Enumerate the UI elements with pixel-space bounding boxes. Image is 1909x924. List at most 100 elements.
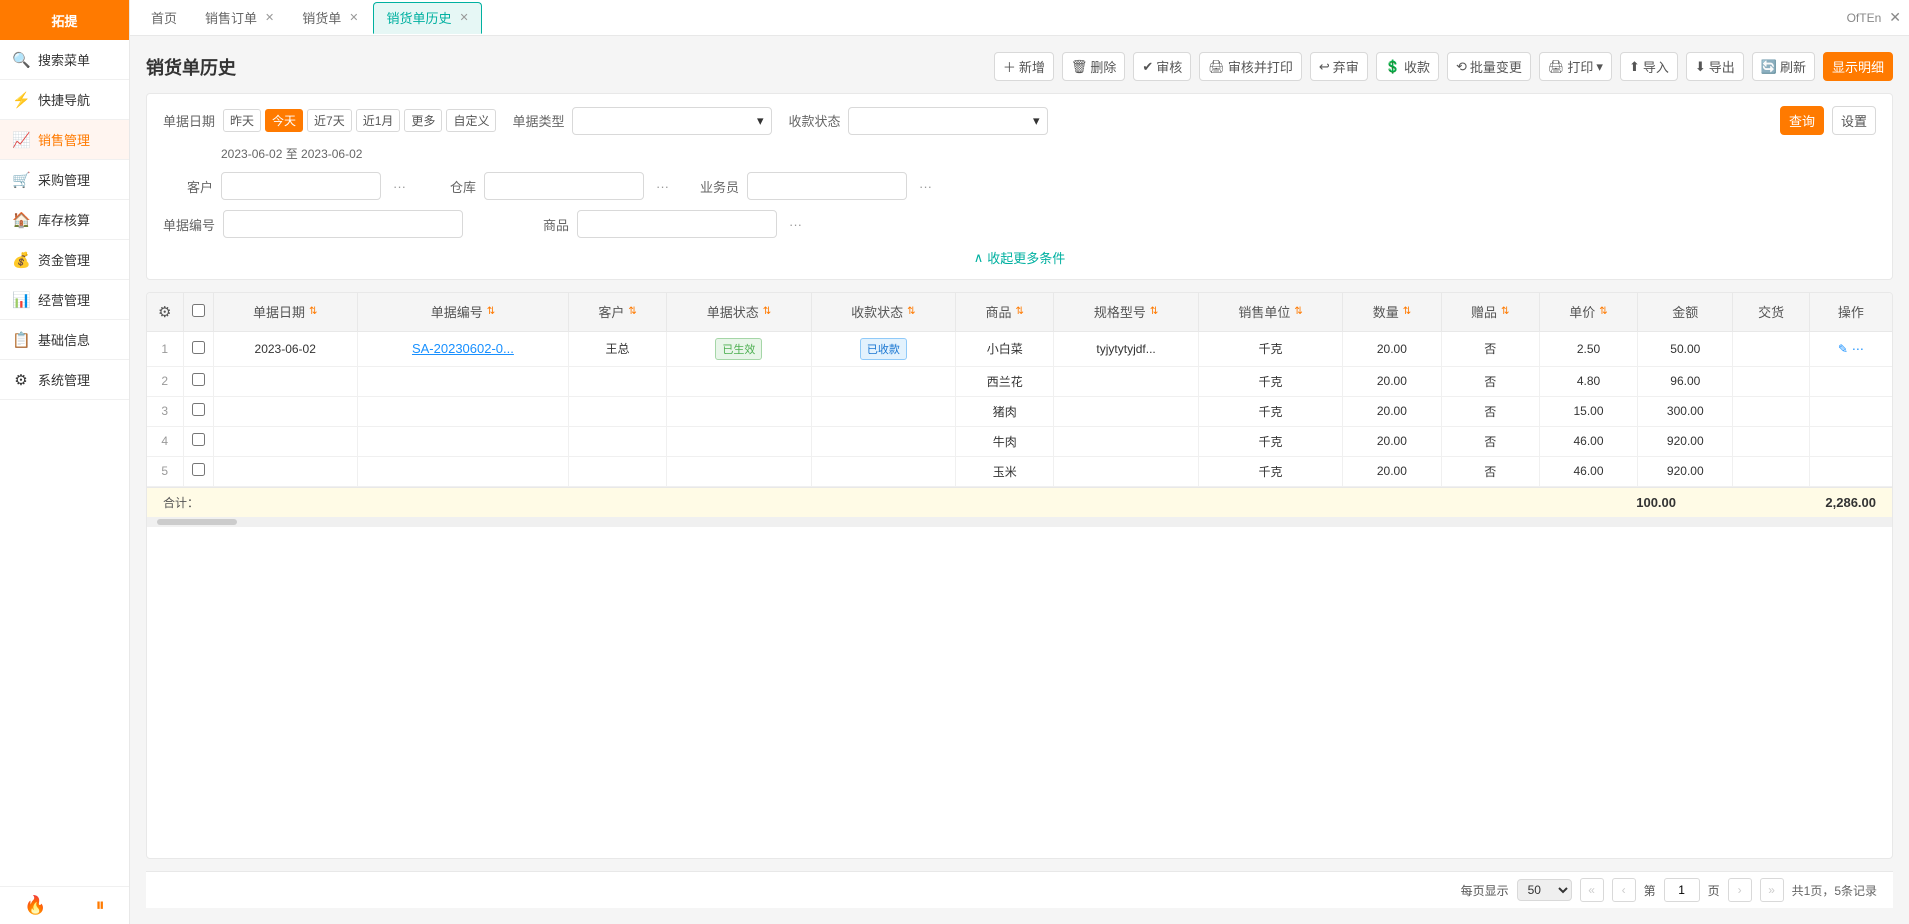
- row-edit-btn[interactable]: ✎: [1838, 342, 1848, 356]
- th-payment-status[interactable]: 收款状态 ⇅: [811, 293, 955, 331]
- sidebar-item-purchase-mgmt[interactable]: 🛒 采购管理: [0, 160, 129, 200]
- th-settings[interactable]: ⚙: [147, 293, 183, 331]
- date-btn-today[interactable]: 今天: [265, 109, 303, 132]
- abandon-button[interactable]: ↩ 弃审: [1310, 52, 1368, 81]
- customer-ellipsis[interactable]: ···: [389, 179, 410, 194]
- row-more-btn[interactable]: ⋯: [1852, 342, 1864, 356]
- warehouse-input[interactable]: [484, 172, 644, 200]
- doc-type-select[interactable]: ▾: [572, 107, 772, 135]
- sidebar-item-finance-mgmt[interactable]: 💰 资金管理: [0, 240, 129, 280]
- settings-button[interactable]: 设置: [1832, 106, 1876, 135]
- th-quantity[interactable]: 数量 ⇅: [1343, 293, 1441, 331]
- sidebar-item-basic-info[interactable]: 📋 基础信息: [0, 320, 129, 360]
- customer-input[interactable]: [221, 172, 381, 200]
- filter-row-1: 单据日期 昨天 今天 近7天 近1月 更多 自定义 单据类型 ▾: [163, 106, 1876, 135]
- salesperson-input[interactable]: [747, 172, 907, 200]
- th-customer[interactable]: 客户 ⇅: [568, 293, 666, 331]
- pager-last-btn[interactable]: »: [1760, 878, 1784, 902]
- date-btn-custom[interactable]: 自定义: [446, 109, 496, 132]
- sidebar-item-inventory-calc[interactable]: 🏠 库存核算: [0, 200, 129, 240]
- receive-button[interactable]: 💲 收款: [1376, 52, 1439, 81]
- tab-close-sales-goods[interactable]: ✕: [349, 11, 358, 24]
- sidebar-item-sales-mgmt[interactable]: 📈 销售管理: [0, 120, 129, 160]
- column-settings-icon[interactable]: ⚙: [158, 304, 171, 321]
- filter-customer: 客户 ···: [163, 172, 410, 200]
- filter-salesperson: 业务员 ···: [689, 172, 936, 200]
- tab-sales-goods[interactable]: 销货单 ✕: [289, 2, 371, 34]
- sidebar-item-sys-mgmt[interactable]: ⚙ 系统管理: [0, 360, 129, 400]
- row-checkbox-0[interactable]: [183, 331, 213, 366]
- th-doc-number[interactable]: 单据编号 ⇅: [357, 293, 568, 331]
- tab-home[interactable]: 首页: [138, 2, 190, 34]
- th-spec[interactable]: 规格型号 ⇅: [1054, 293, 1198, 331]
- th-doc-status[interactable]: 单据状态 ⇅: [667, 293, 811, 331]
- tab-close-sales-history[interactable]: ✕: [460, 11, 469, 24]
- th-sales-unit[interactable]: 销售单位 ⇅: [1198, 293, 1342, 331]
- pager-first-btn[interactable]: «: [1580, 878, 1604, 902]
- batch-change-button[interactable]: ⟲ 批量变更: [1447, 52, 1531, 81]
- tab-sales-history[interactable]: 销货单历史 ✕: [373, 2, 481, 34]
- row-actions-4[interactable]: [1809, 456, 1892, 486]
- page-num-input[interactable]: [1664, 878, 1700, 902]
- row-actions-2[interactable]: [1809, 396, 1892, 426]
- row-actions-0[interactable]: ✎⋯: [1809, 331, 1892, 366]
- audit-button[interactable]: ✔ 审核: [1133, 52, 1191, 81]
- new-button[interactable]: ＋ 新增: [994, 52, 1054, 81]
- row-checkbox-3[interactable]: [183, 426, 213, 456]
- table-row: 12023-06-02SA-20230602-0...王总已生效已收款小白菜ty…: [147, 331, 1892, 366]
- audit-print-button[interactable]: 🖨 审核并打印: [1199, 52, 1302, 81]
- row-checkbox-1[interactable]: [183, 366, 213, 396]
- sidebar-item-quick-nav[interactable]: ⚡ 快捷导航: [0, 80, 129, 120]
- date-btn-1month[interactable]: 近1月: [356, 109, 401, 132]
- th-doc-date[interactable]: 单据日期 ⇅: [213, 293, 357, 331]
- print-button[interactable]: 🖨 打印 ▾: [1539, 52, 1612, 81]
- row-doc-number-3[interactable]: [357, 426, 568, 456]
- delete-button[interactable]: 🗑 删除: [1062, 52, 1126, 81]
- horizontal-scrollbar[interactable]: [147, 517, 1892, 527]
- refresh-button[interactable]: 🔄 刷新: [1752, 52, 1815, 81]
- tab-close-sales-order[interactable]: ✕: [265, 11, 274, 24]
- th-unit-price[interactable]: 单价 ⇅: [1539, 293, 1637, 331]
- row-checkbox-4[interactable]: [183, 456, 213, 486]
- th-transaction: 交货: [1733, 293, 1809, 331]
- row-transaction-1: [1733, 366, 1809, 396]
- row-customer-3: [568, 426, 666, 456]
- warehouse-ellipsis[interactable]: ···: [652, 179, 673, 194]
- pager-prev-btn[interactable]: ‹: [1612, 878, 1636, 902]
- row-doc-number-4[interactable]: [357, 456, 568, 486]
- show-detail-button[interactable]: 显示明细: [1823, 52, 1893, 81]
- per-page-select[interactable]: 50 100 200: [1517, 879, 1572, 901]
- export-button[interactable]: ⬇ 导出: [1686, 52, 1744, 81]
- salesperson-ellipsis[interactable]: ···: [915, 179, 936, 194]
- goods-input[interactable]: [577, 210, 777, 238]
- collapse-button[interactable]: ∧ 收起更多条件: [163, 248, 1876, 267]
- row-doc-number-0[interactable]: SA-20230602-0...: [357, 331, 568, 366]
- query-button[interactable]: 查询: [1780, 106, 1824, 135]
- scrollbar-thumb[interactable]: [157, 519, 237, 525]
- goods-ellipsis[interactable]: ···: [785, 217, 806, 232]
- filter-row-3: 单据编号 商品 ···: [163, 210, 1876, 238]
- import-button[interactable]: ⬆ 导入: [1620, 52, 1678, 81]
- sidebar-pause-btn[interactable]: ⏸: [96, 895, 105, 916]
- filter-doc-date: 单据日期 昨天 今天 近7天 近1月 更多 自定义: [163, 109, 496, 132]
- doc-number-input[interactable]: [223, 210, 463, 238]
- pager-next-btn[interactable]: ›: [1728, 878, 1752, 902]
- date-btn-7days[interactable]: 近7天: [307, 109, 352, 132]
- select-all-checkbox[interactable]: [192, 304, 205, 317]
- date-btn-yesterday[interactable]: 昨天: [223, 109, 261, 132]
- row-checkbox-2[interactable]: [183, 396, 213, 426]
- tab-sales-order[interactable]: 销售订单 ✕: [192, 2, 287, 34]
- th-goods[interactable]: 商品 ⇅: [956, 293, 1054, 331]
- row-doc-number-1[interactable]: [357, 366, 568, 396]
- sidebar-item-search-menu[interactable]: 🔍 搜索菜单: [0, 40, 129, 80]
- row-doc-number-2[interactable]: [357, 396, 568, 426]
- payment-status-select[interactable]: ▾: [848, 107, 1048, 135]
- date-btn-more[interactable]: 更多: [404, 109, 442, 132]
- tab-bar-close-icon[interactable]: ✕: [1889, 9, 1901, 26]
- sidebar-item-ops-mgmt[interactable]: 📊 经营管理: [0, 280, 129, 320]
- row-actions-1[interactable]: [1809, 366, 1892, 396]
- th-gift[interactable]: 赠品 ⇅: [1441, 293, 1539, 331]
- row-actions-3[interactable]: [1809, 426, 1892, 456]
- sidebar-fire-btn[interactable]: 🔥: [24, 895, 46, 916]
- row-goods-2: 猪肉: [956, 396, 1054, 426]
